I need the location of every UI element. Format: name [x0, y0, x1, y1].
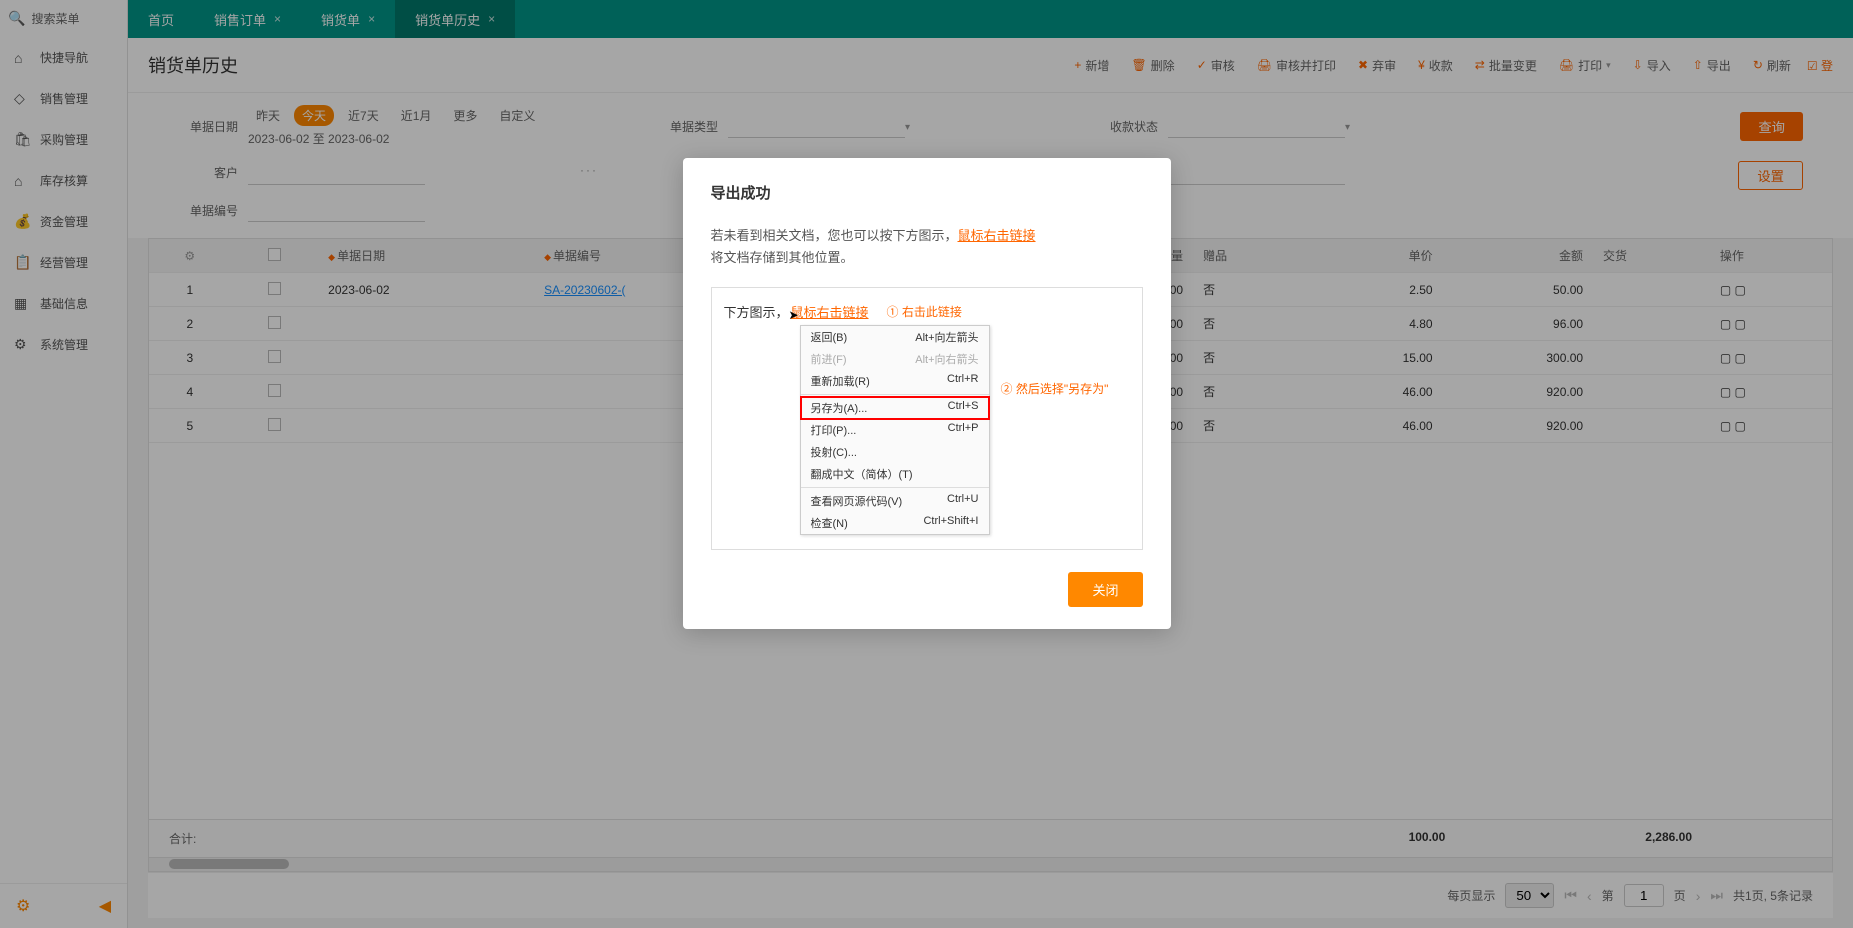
context-menu-demo: ② 然后选择"另存为" 返回(B)Alt+向左箭头前进(F)Alt+向右箭头重新… [800, 325, 990, 535]
context-menu-item: 打印(P)...Ctrl+P [801, 419, 989, 441]
instruction-illustration: 下方图示， 鼠标右击链接 ➤ ① 右击此链接 ② 然后选择"另存为" 返回(B)… [711, 287, 1143, 550]
demo-link: 鼠标右击链接 ➤ [791, 302, 869, 321]
context-menu-item: 查看网页源代码(V)Ctrl+U [801, 490, 989, 512]
context-menu-item: 投射(C)... [801, 441, 989, 463]
export-success-modal: 导出成功 若未看到相关文档，您也可以按下方图示，鼠标右击链接 将文档存储到其他位… [683, 158, 1171, 629]
annotation-2: ② 然后选择"另存为" [1001, 380, 1109, 397]
right-click-link-hint[interactable]: 鼠标右击链接 [958, 228, 1036, 243]
modal-overlay[interactable]: 导出成功 若未看到相关文档，您也可以按下方图示，鼠标右击链接 将文档存储到其他位… [0, 0, 1853, 928]
context-menu-item: 重新加载(R)Ctrl+R [801, 370, 989, 392]
context-menu-item: 返回(B)Alt+向左箭头 [801, 326, 989, 348]
context-menu-item: 翻成中文（简体）(T) [801, 463, 989, 485]
modal-description: 若未看到相关文档，您也可以按下方图示，鼠标右击链接 将文档存储到其他位置。 [711, 225, 1143, 269]
close-button[interactable]: 关闭 [1068, 572, 1142, 607]
context-menu-item: 前进(F)Alt+向右箭头 [801, 348, 989, 370]
context-menu-item: 检查(N)Ctrl+Shift+I [801, 512, 989, 534]
modal-title: 导出成功 [711, 182, 1143, 203]
cursor-icon: ➤ [789, 308, 799, 322]
context-menu-item: 另存为(A)...Ctrl+S [801, 397, 989, 419]
annotation-1: ① 右击此链接 [887, 303, 962, 320]
